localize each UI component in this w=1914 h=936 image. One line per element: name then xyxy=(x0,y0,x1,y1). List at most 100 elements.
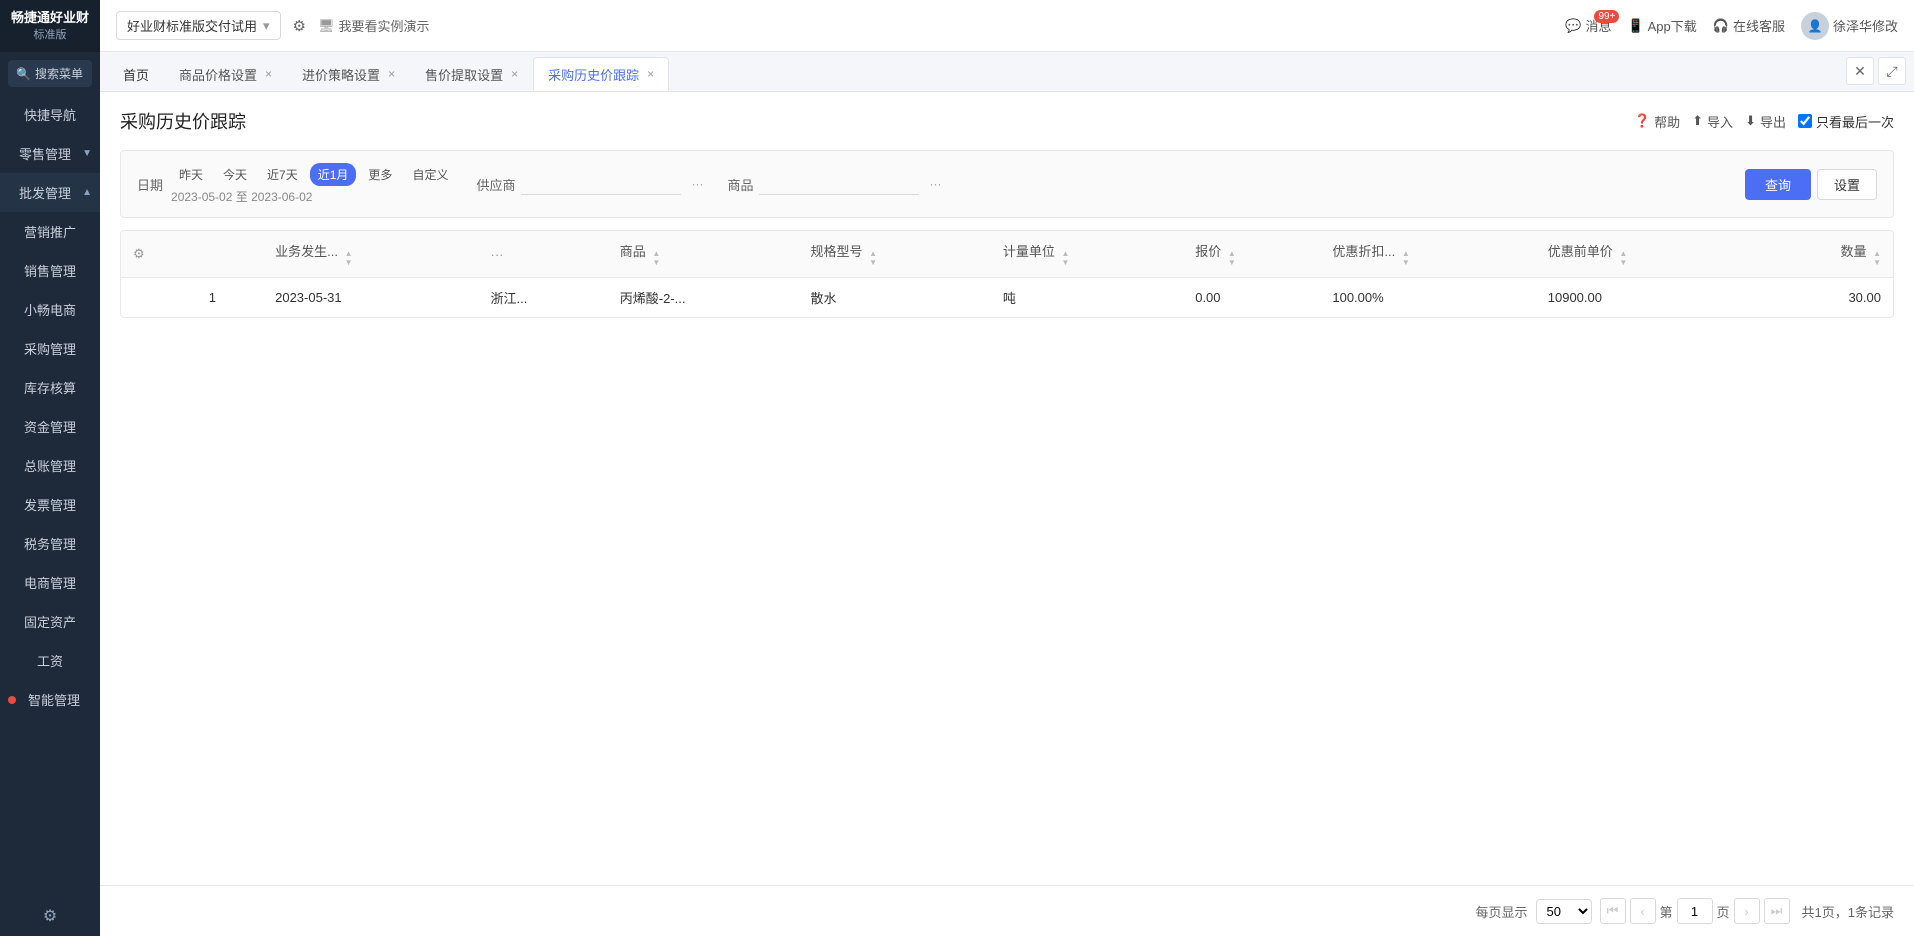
tab-purchase-history-label: 采购历史价跟踪 xyxy=(548,65,639,84)
export-icon: ⬇ xyxy=(1745,113,1756,129)
chevron-up-icon: ▲ xyxy=(82,187,92,198)
th-qty[interactable]: 数量 ▲▼ xyxy=(1756,231,1893,278)
tab-purchase-history-close[interactable]: × xyxy=(647,67,654,81)
supplier-input[interactable] xyxy=(521,173,681,195)
sidebar-item-sales[interactable]: 销售管理 xyxy=(0,251,100,290)
sidebar-item-ecommerce[interactable]: 电商管理 xyxy=(0,563,100,602)
sidebar-item-ecommerce-small[interactable]: 小畅电商 xyxy=(0,290,100,329)
tab-price-settings[interactable]: 商品价格设置 × xyxy=(164,57,287,91)
help-label: 帮助 xyxy=(1654,112,1680,131)
cell-price-before: 10900.00 xyxy=(1536,278,1756,318)
demo-button[interactable]: 🖥 我要看实例演示 xyxy=(318,16,430,35)
ellipsis-icon[interactable]: ··· xyxy=(491,247,504,262)
tab-purchase-strategy[interactable]: 进价策略设置 × xyxy=(287,57,410,91)
search-menu-button[interactable]: 🔍 搜索菜单 xyxy=(8,60,92,87)
settings-button[interactable]: 设置 xyxy=(1817,169,1877,200)
sidebar-item-wholesale[interactable]: 批发管理 ▲ xyxy=(0,173,100,212)
th-spec[interactable]: 规格型号 ▲▼ xyxy=(798,231,990,278)
sidebar-item-inventory[interactable]: 库存核算 xyxy=(0,368,100,407)
app-logo: 畅捷通好业财 标准版 xyxy=(0,0,100,52)
tab-maximize-button[interactable]: ⤢ xyxy=(1878,57,1906,85)
goods-more-btn[interactable]: ··· xyxy=(925,175,945,193)
chevron-right-icon: ▼ xyxy=(82,148,92,159)
sort-icon-price-before: ▲▼ xyxy=(1619,250,1627,267)
date-yesterday[interactable]: 昨天 xyxy=(171,163,211,186)
sidebar-item-marketing[interactable]: 营销推广 xyxy=(0,212,100,251)
user-profile-button[interactable]: 👤 徐泽华修改 xyxy=(1801,12,1898,40)
sort-icon-unit: ▲▼ xyxy=(1061,250,1069,267)
filter-actions: 查询 设置 xyxy=(1745,169,1877,200)
date-today[interactable]: 今天 xyxy=(215,163,255,186)
th-price-before[interactable]: 优惠前单价 ▲▼ xyxy=(1536,231,1756,278)
tab-sale-price[interactable]: 售价提取设置 × xyxy=(410,57,533,91)
per-page-select[interactable]: 50 20 100 xyxy=(1536,899,1592,924)
tab-purchase-strategy-close[interactable]: × xyxy=(388,67,395,81)
sidebar-item-invoice[interactable]: 发票管理 xyxy=(0,485,100,524)
sales-label: 销售管理 xyxy=(8,261,92,280)
online-service-button[interactable]: 🎧 在线客服 xyxy=(1713,16,1785,35)
th-goods[interactable]: 商品 ▲▼ xyxy=(608,231,799,278)
table-row: 1 2023-05-31 浙江... 丙烯酸-2-... 散水 吨 0.00 1… xyxy=(121,278,1893,318)
supplier-more-btn[interactable]: ··· xyxy=(687,175,707,193)
th-quote[interactable]: 报价 ▲▼ xyxy=(1183,231,1320,278)
cell-date: 2023-05-31 xyxy=(263,278,478,318)
pagination-first-btn[interactable]: ⏮ xyxy=(1600,898,1626,924)
tab-close-all-button[interactable]: ✕ xyxy=(1846,57,1874,85)
pagination-next-btn[interactable]: › xyxy=(1734,898,1760,924)
sidebar-item-fixed-assets[interactable]: 固定资产 xyxy=(0,602,100,641)
last-only-checkbox[interactable] xyxy=(1798,114,1812,128)
sidebar-item-payroll[interactable]: 工资 xyxy=(0,641,100,680)
tab-sale-price-close[interactable]: × xyxy=(511,67,518,81)
sidebar-item-general-ledger[interactable]: 总账管理 xyxy=(0,446,100,485)
sidebar-item-purchase[interactable]: 采购管理 xyxy=(0,329,100,368)
filter-bar: 日期 昨天 今天 近7天 近1月 更多 自定义 2023-05-02 至 202… xyxy=(120,150,1894,218)
date-1month[interactable]: 近1月 xyxy=(310,163,357,186)
payroll-label: 工资 xyxy=(8,651,92,670)
th-unit[interactable]: 计量单位 ▲▼ xyxy=(991,231,1183,278)
marketing-label: 营销推广 xyxy=(8,222,92,241)
pagination-prev-btn[interactable]: ‹ xyxy=(1630,898,1656,924)
sidebar-item-finance[interactable]: 资金管理 xyxy=(0,407,100,446)
help-button[interactable]: ❓ 帮助 xyxy=(1634,112,1680,131)
date-filter-label: 日期 xyxy=(137,175,163,194)
th-gear[interactable]: ⚙ xyxy=(121,231,197,278)
date-custom[interactable]: 自定义 xyxy=(404,163,456,186)
app-download-label: App下载 xyxy=(1648,16,1697,35)
supplier-filter-group: 供应商 ··· xyxy=(476,173,707,195)
date-more[interactable]: 更多 xyxy=(360,163,400,186)
topbar-settings-icon[interactable]: ⚙ xyxy=(293,17,306,35)
import-button[interactable]: ⬆ 导入 xyxy=(1692,112,1733,131)
cell-seq: 1 xyxy=(197,278,263,318)
tab-home[interactable]: 首页 xyxy=(108,57,164,91)
search-menu-label: 搜索菜单 xyxy=(35,65,83,82)
goods-filter-group: 商品 ··· xyxy=(727,173,945,195)
sidebar-bottom: ⚙ xyxy=(0,896,100,936)
tab-purchase-history[interactable]: 采购历史价跟踪 × xyxy=(533,57,669,91)
th-discount[interactable]: 优惠折扣... ▲▼ xyxy=(1320,231,1535,278)
date-7days[interactable]: 近7天 xyxy=(259,163,306,186)
goods-input[interactable] xyxy=(759,173,919,195)
tab-sale-price-label: 售价提取设置 xyxy=(425,65,503,84)
pagination-page-input[interactable] xyxy=(1677,898,1713,924)
demo-label: 我要看实例演示 xyxy=(339,16,430,35)
sidebar-gear-icon[interactable]: ⚙ xyxy=(43,906,57,926)
dot-indicator xyxy=(8,696,16,704)
th-seq xyxy=(197,231,263,278)
last-only-checkbox-label[interactable]: 只看最后一次 xyxy=(1798,112,1894,131)
page-actions: ❓ 帮助 ⬆ 导入 ⬇ 导出 只看最后一次 xyxy=(1634,112,1894,131)
th-date[interactable]: 业务发生... ▲▼ xyxy=(263,231,478,278)
messages-button[interactable]: 💬 消息 99+ xyxy=(1565,16,1611,35)
sidebar-item-retail[interactable]: 零售管理 ▼ xyxy=(0,134,100,173)
app-download-button[interactable]: 📱 App下载 xyxy=(1627,16,1696,35)
query-button[interactable]: 查询 xyxy=(1745,169,1811,200)
tab-price-settings-close[interactable]: × xyxy=(265,67,272,81)
sidebar-item-smart[interactable]: 智能管理 xyxy=(0,680,100,719)
sidebar-item-tax[interactable]: 税务管理 xyxy=(0,524,100,563)
sidebar-item-quick-nav[interactable]: 快捷导航 xyxy=(0,95,100,134)
th-ellipsis[interactable]: ··· xyxy=(479,231,608,278)
export-button[interactable]: ⬇ 导出 xyxy=(1745,112,1786,131)
gear-icon[interactable]: ⚙ xyxy=(133,246,145,261)
pagination-last-btn[interactable]: ⏭ xyxy=(1764,898,1790,924)
edition-select[interactable]: 好业财标准版交付试用 ▾ xyxy=(116,11,281,40)
data-table: ⚙ 业务发生... ▲▼ ··· 商品 ▲▼ xyxy=(121,231,1893,317)
